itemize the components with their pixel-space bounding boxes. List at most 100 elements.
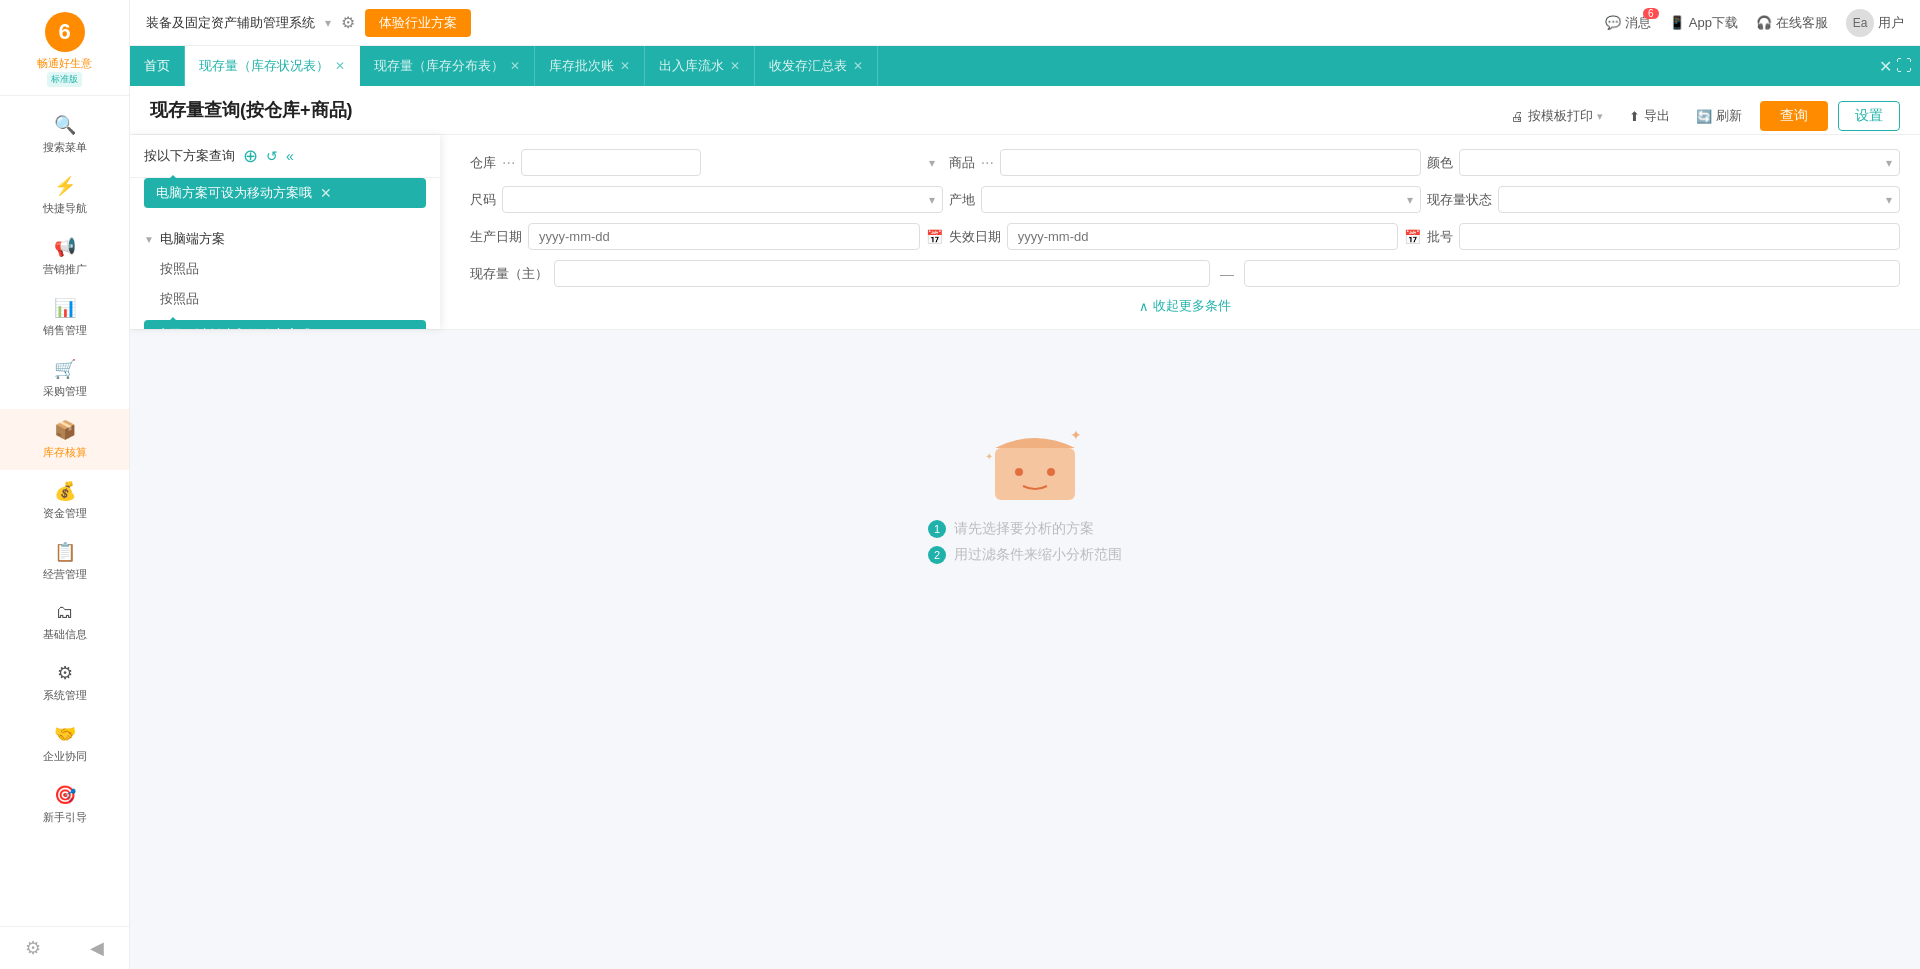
refresh-label: 刷新 xyxy=(1716,107,1742,125)
tab-in-out-flow-close[interactable]: ✕ xyxy=(730,59,740,73)
sales-icon: 📊 xyxy=(54,297,76,319)
brand-name: 畅通好生意 xyxy=(37,56,92,70)
user-btn[interactable]: Ea 用户 xyxy=(1846,9,1904,37)
svg-rect-0 xyxy=(995,448,1075,500)
stock-qty-to-input[interactable] xyxy=(1244,260,1900,287)
online-support-btn[interactable]: 🎧 在线客服 xyxy=(1756,14,1828,32)
expire-date-calendar-icon[interactable]: 📅 xyxy=(1404,229,1421,245)
refresh-btn[interactable]: 🔄 刷新 xyxy=(1688,103,1750,129)
sidebar-item-purchase[interactable]: 🛒 采购管理 xyxy=(0,348,129,409)
sidebar-item-sales[interactable]: 📊 销售管理 xyxy=(0,287,129,348)
stock-qty-from-input[interactable] xyxy=(554,260,1210,287)
tabs-right-controls: ✕ ⛶ xyxy=(1879,57,1920,76)
goods-dots[interactable]: ··· xyxy=(981,154,994,172)
system-dropdown-icon[interactable]: ▾ xyxy=(325,16,331,30)
search-menu-icon: 🔍 xyxy=(54,114,76,136)
collapse-chevron-icon: ∧ xyxy=(1139,299,1149,314)
scheme-tooltip-1-close[interactable]: ✕ xyxy=(320,185,332,201)
goods-input[interactable] xyxy=(1000,149,1421,176)
tab-batch-account-close[interactable]: ✕ xyxy=(620,59,630,73)
sidebar-item-quick-nav[interactable]: ⚡ 快捷导航 xyxy=(0,165,129,226)
step-2-text: 用过滤条件来缩小分析范围 xyxy=(954,546,1122,564)
origin-label: 产地 xyxy=(949,191,975,209)
content-area: 现存量查询(按仓库+商品) 🖨 按模板打印 ▾ ⬆ 导出 🔄 刷新 查询 设置 xyxy=(130,86,1920,969)
finance-icon: 💰 xyxy=(54,480,76,502)
tab-in-out-flow[interactable]: 出入库流水 ✕ xyxy=(645,46,755,86)
app-download-btn[interactable]: 📱 App下载 xyxy=(1669,14,1738,32)
warehouse-cell: 仓库 ··· xyxy=(470,149,943,176)
empty-illustration: ✦ ✦ xyxy=(975,410,1075,500)
tab-close-all-btn[interactable]: ✕ xyxy=(1879,57,1892,76)
size-select[interactable] xyxy=(502,186,943,213)
stock-status-select[interactable] xyxy=(1498,186,1900,213)
sidebar-label-search: 搜索菜单 xyxy=(43,140,87,155)
stock-qty-cell: 现存量（主） — xyxy=(470,260,1900,287)
color-label: 颜色 xyxy=(1427,154,1453,172)
sidebar-item-enterprise[interactable]: 🤝 企业协同 xyxy=(0,713,129,774)
batch-input[interactable] xyxy=(1459,223,1900,250)
tab-inventory-status-close[interactable]: ✕ xyxy=(335,59,345,73)
color-select[interactable] xyxy=(1459,149,1900,176)
scheme-tooltip-2-close[interactable]: ✕ xyxy=(320,327,332,329)
message-badge: 6 xyxy=(1643,8,1659,19)
tab-home[interactable]: 首页 xyxy=(130,46,185,86)
sidebar-label-enterprise: 企业协同 xyxy=(43,749,87,764)
prod-date-input[interactable] xyxy=(528,223,920,250)
online-support-label: 在线客服 xyxy=(1776,14,1828,32)
scheme-item-1[interactable]: 按照品 xyxy=(140,254,430,284)
batch-cell: 批号 xyxy=(1427,223,1900,250)
origin-select[interactable] xyxy=(981,186,1422,213)
warehouse-dots[interactable]: ··· xyxy=(502,154,515,172)
collapse-btn[interactable]: ∧ 收起更多条件 xyxy=(470,297,1900,315)
tab-inventory-dist-close[interactable]: ✕ xyxy=(510,59,520,73)
scheme-refresh-btn[interactable]: ↺ xyxy=(266,148,278,164)
app-download-label: App下载 xyxy=(1689,14,1738,32)
sidebar-label-finance: 资金管理 xyxy=(43,506,87,521)
expire-date-input[interactable] xyxy=(1007,223,1399,250)
scheme-add-btn[interactable]: ⊕ xyxy=(243,145,258,167)
tab-in-out-flow-label: 出入库流水 xyxy=(659,57,724,75)
tab-inventory-dist-label: 现存量（库存分布表） xyxy=(374,57,504,75)
export-btn[interactable]: ⬆ 导出 xyxy=(1621,103,1678,129)
tab-receive-send-close[interactable]: ✕ xyxy=(853,59,863,73)
sidebar-item-basic[interactable]: 🗂 基础信息 xyxy=(0,592,129,652)
reset-btn[interactable]: 设置 xyxy=(1838,101,1900,131)
sidebar-item-finance[interactable]: 💰 资金管理 xyxy=(0,470,129,531)
step-1-num: 1 xyxy=(928,520,946,538)
sidebar-item-system[interactable]: ⚙ 系统管理 xyxy=(0,652,129,713)
print-template-label: 按模板打印 xyxy=(1528,107,1593,125)
tab-receive-send[interactable]: 收发存汇总表 ✕ xyxy=(755,46,878,86)
sidebar-settings-btn[interactable]: ⚙ xyxy=(25,937,41,959)
tab-fullscreen-btn[interactable]: ⛶ xyxy=(1896,57,1912,75)
stock-status-label: 现存量状态 xyxy=(1427,191,1492,209)
sidebar-item-marketing[interactable]: 📢 营销推广 xyxy=(0,226,129,287)
experience-btn[interactable]: 体验行业方案 xyxy=(365,9,471,37)
collapse-label: 收起更多条件 xyxy=(1153,297,1231,315)
sidebar-item-search-menu[interactable]: 🔍 搜索菜单 xyxy=(0,104,129,165)
tab-receive-send-label: 收发存汇总表 xyxy=(769,57,847,75)
tab-inventory-dist[interactable]: 现存量（库存分布表） ✕ xyxy=(360,46,535,86)
export-label: 导出 xyxy=(1644,107,1670,125)
sidebar-item-inventory[interactable]: 📦 库存核算 xyxy=(0,409,129,470)
tab-batch-account[interactable]: 库存批次账 ✕ xyxy=(535,46,645,86)
sidebar-collapse-btn[interactable]: ◀ xyxy=(90,937,104,959)
prod-date-calendar-icon[interactable]: 📅 xyxy=(926,229,943,245)
tab-inventory-status[interactable]: 现存量（库存状况表） ✕ xyxy=(185,46,360,86)
print-template-btn[interactable]: 🖨 按模板打印 ▾ xyxy=(1503,103,1611,129)
filter-row-1: 仓库 ··· 商品 ··· 颜色 xyxy=(470,149,1900,176)
scheme-group-desktop-header[interactable]: ▼ 电脑端方案 xyxy=(140,224,430,254)
page-header: 现存量查询(按仓库+商品) 🖨 按模板打印 ▾ ⬆ 导出 🔄 刷新 查询 设置 xyxy=(130,86,1920,135)
message-btn[interactable]: 💬 消息 6 xyxy=(1605,14,1651,32)
sidebar-logo: 6 畅通好生意 标准版 xyxy=(0,0,129,96)
topbar: 装备及固定资产辅助管理系统 ▾ ⚙ 体验行业方案 💬 消息 6 📱 App下载 … xyxy=(130,0,1920,46)
sidebar-item-operation[interactable]: 📋 经营管理 xyxy=(0,531,129,592)
scheme-item-2[interactable]: 按照品 xyxy=(140,284,430,314)
warehouse-input[interactable] xyxy=(521,149,701,176)
query-btn[interactable]: 查询 xyxy=(1760,101,1828,131)
sidebar-item-newbie[interactable]: 🎯 新手引导 xyxy=(0,774,129,835)
inventory-icon: 📦 xyxy=(54,419,76,441)
topbar-settings-icon[interactable]: ⚙ xyxy=(341,13,355,32)
scheme-tooltip-2-text: 这里可以创建和修改方案哦 xyxy=(156,326,312,329)
scheme-collapse-btn[interactable]: « xyxy=(286,148,294,164)
svg-point-1 xyxy=(1015,468,1023,476)
